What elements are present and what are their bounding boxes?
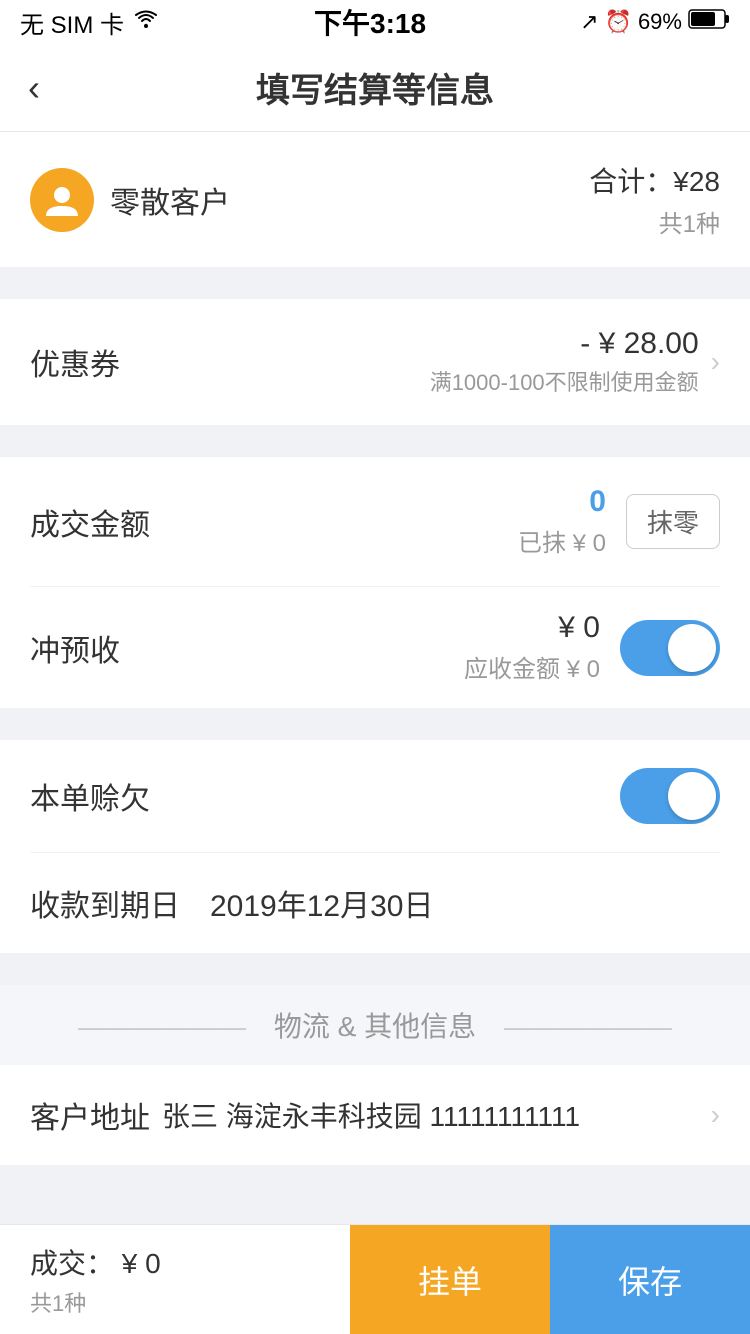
prepay-amount: ¥ 0 bbox=[464, 611, 600, 645]
prepay-info: ¥ 0 应收金额 ¥ 0 bbox=[464, 611, 600, 684]
back-button[interactable]: ‹ bbox=[28, 67, 40, 109]
coupon-chevron-icon: › bbox=[711, 346, 720, 378]
address-section: 客户地址 张三 海淀永丰科技园 11111111111 › bbox=[0, 1065, 750, 1165]
prepay-label: 冲预收 bbox=[30, 626, 120, 670]
bottom-summary: 成交： ¥ 0 共1种 bbox=[0, 1242, 350, 1318]
section-divider-3 bbox=[0, 724, 750, 740]
debt-section: 本单赊欠 收款到期日 2019年12月30日 bbox=[0, 740, 750, 953]
status-time: 下午3:18 bbox=[314, 2, 426, 42]
rounding-button[interactable]: 抹零 bbox=[626, 494, 720, 549]
battery-percent: 69% bbox=[638, 9, 682, 35]
deal-amount-sub: 已抹 ¥ 0 bbox=[518, 523, 606, 558]
bottom-deal-text: 成交： ¥ 0 bbox=[30, 1242, 320, 1282]
logistics-line-right: —————— bbox=[504, 1011, 672, 1042]
status-bar: 无 SIM 卡 下午3:18 ↗ ⏰ 69% bbox=[0, 0, 750, 44]
prepay-sub: 应收金额 ¥ 0 bbox=[464, 649, 600, 684]
due-date-label: 收款到期日 bbox=[30, 881, 180, 925]
address-label: 客户地址 bbox=[30, 1093, 150, 1137]
section-divider-4 bbox=[0, 969, 750, 985]
coupon-info: - ¥ 28.00 满1000-100不限制使用金额 bbox=[430, 327, 699, 397]
bottom-bar: 成交： ¥ 0 共1种 挂单 保存 bbox=[0, 1224, 750, 1334]
address-row[interactable]: 客户地址 张三 海淀永丰科技园 11111111111 › bbox=[0, 1065, 750, 1165]
nav-bar: ‹ 填写结算等信息 bbox=[0, 44, 750, 132]
logistics-title: 物流 & 其他信息 bbox=[274, 1011, 476, 1042]
customer-total: 合计：¥28 bbox=[589, 160, 720, 200]
coupon-amount: - ¥ 28.00 bbox=[430, 327, 699, 361]
customer-row: 零散客户 合计：¥28 共1种 bbox=[0, 132, 750, 267]
customer-right: 合计：¥28 共1种 bbox=[589, 160, 720, 239]
prepay-toggle-thumb bbox=[668, 624, 716, 672]
coupon-section[interactable]: 优惠券 - ¥ 28.00 满1000-100不限制使用金额 › bbox=[0, 299, 750, 425]
save-button[interactable]: 保存 bbox=[550, 1225, 750, 1334]
coupon-row[interactable]: 优惠券 - ¥ 28.00 满1000-100不限制使用金额 › bbox=[0, 299, 750, 425]
bottom-count-text: 共1种 bbox=[30, 1286, 320, 1318]
coupon-right: - ¥ 28.00 满1000-100不限制使用金额 › bbox=[430, 327, 720, 397]
debt-toggle-thumb bbox=[668, 772, 716, 820]
debt-label: 本单赊欠 bbox=[30, 774, 150, 818]
deal-amount-label: 成交金额 bbox=[30, 500, 150, 544]
alarm-icon: ⏰ bbox=[605, 9, 632, 35]
address-value: 张三 海淀永丰科技园 11111111111 bbox=[162, 1095, 699, 1135]
customer-avatar bbox=[30, 168, 94, 232]
page-title: 填写结算等信息 bbox=[256, 63, 494, 112]
debt-row: 本单赊欠 bbox=[0, 740, 750, 852]
debt-toggle[interactable] bbox=[620, 768, 720, 824]
logistics-header: —————— 物流 & 其他信息 —————— bbox=[0, 985, 750, 1065]
customer-count: 共1种 bbox=[589, 204, 720, 239]
prepay-toggle[interactable] bbox=[620, 620, 720, 676]
coupon-desc: 满1000-100不限制使用金额 bbox=[430, 365, 699, 397]
section-divider-1 bbox=[0, 283, 750, 299]
address-chevron-icon: › bbox=[711, 1099, 720, 1131]
due-date-value: 2019年12月30日 bbox=[210, 881, 433, 925]
wifi-icon bbox=[132, 8, 160, 36]
deal-amount-col: 0 已抹 ¥ 0 bbox=[518, 485, 606, 558]
status-left: 无 SIM 卡 bbox=[20, 5, 160, 40]
location-icon: ↗ bbox=[580, 9, 598, 35]
due-date-row[interactable]: 收款到期日 2019年12月30日 bbox=[0, 853, 750, 953]
logistics-label: —————— 物流 & 其他信息 —————— bbox=[78, 1011, 672, 1042]
deal-amount-right: 0 已抹 ¥ 0 抹零 bbox=[518, 485, 720, 558]
prepay-right: ¥ 0 应收金额 ¥ 0 bbox=[464, 611, 720, 684]
status-right: ↗ ⏰ 69% bbox=[580, 8, 730, 36]
pending-button[interactable]: 挂单 bbox=[350, 1225, 550, 1334]
customer-name: 零散客户 bbox=[110, 178, 230, 222]
deal-amount-row: 成交金额 0 已抹 ¥ 0 抹零 bbox=[0, 457, 750, 586]
prepay-row: 冲预收 ¥ 0 应收金额 ¥ 0 bbox=[0, 587, 750, 708]
deal-amount-value: 0 bbox=[589, 485, 606, 519]
content: 零散客户 合计：¥28 共1种 优惠券 - ¥ 28.00 满1000-100不… bbox=[0, 132, 750, 1301]
battery-icon bbox=[688, 8, 730, 36]
customer-section: 零散客户 合计：¥28 共1种 bbox=[0, 132, 750, 267]
no-sim-text: 无 SIM 卡 bbox=[20, 5, 124, 40]
section-divider-2 bbox=[0, 441, 750, 457]
coupon-label: 优惠券 bbox=[30, 340, 120, 384]
customer-left: 零散客户 bbox=[30, 168, 230, 232]
deal-amount-section: 成交金额 0 已抹 ¥ 0 抹零 冲预收 ¥ 0 应收金额 ¥ 0 bbox=[0, 457, 750, 708]
logistics-line-left: —————— bbox=[78, 1011, 246, 1042]
